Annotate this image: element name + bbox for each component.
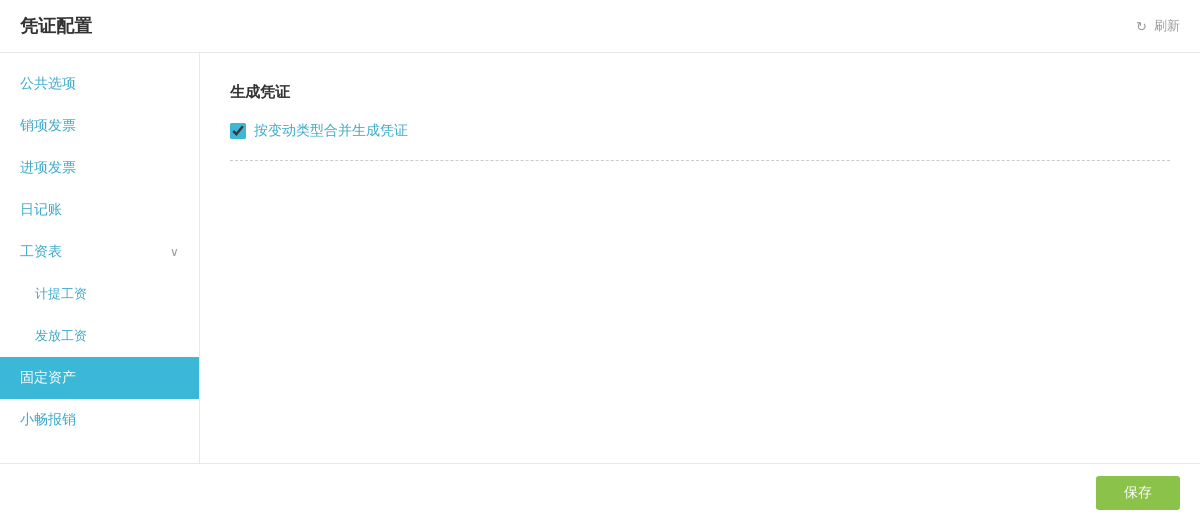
sidebar-item-label: 销项发票 (20, 117, 76, 135)
section-divider (230, 160, 1170, 161)
sidebar-item-label: 工资表 (20, 243, 62, 261)
sidebar-item-journal[interactable]: 日记账 (0, 189, 199, 231)
sidebar-item-expense[interactable]: 小畅报销 (0, 399, 199, 441)
save-button[interactable]: 保存 (1096, 476, 1180, 510)
refresh-icon: ↻ (1136, 19, 1150, 33)
main-content: 生成凭证 按变动类型合并生成凭证 (200, 53, 1200, 463)
sidebar-item-payroll-table[interactable]: 工资表 ∨ (0, 231, 199, 273)
sidebar-item-label: 发放工资 (35, 327, 87, 345)
refresh-label: 刷新 (1154, 17, 1180, 35)
refresh-button[interactable]: ↻ 刷新 (1136, 17, 1180, 35)
sidebar-item-accrual-payroll[interactable]: 计提工资 (0, 273, 199, 315)
sidebar-item-public[interactable]: 公共选项 (0, 63, 199, 105)
sidebar-item-label: 公共选项 (20, 75, 76, 93)
sidebar-item-label: 进项发票 (20, 159, 76, 177)
sidebar-item-pay-payroll[interactable]: 发放工资 (0, 315, 199, 357)
page-footer: 保存 (0, 463, 1200, 522)
sidebar-item-label: 固定资产 (20, 369, 76, 387)
checkbox-row: 按变动类型合并生成凭证 (230, 122, 1170, 140)
merge-checkbox-label[interactable]: 按变动类型合并生成凭证 (254, 122, 408, 140)
sidebar: 公共选项销项发票进项发票日记账工资表 ∨ 计提工资发放工资固定资产小畅报销 (0, 53, 200, 463)
sidebar-item-label: 日记账 (20, 201, 62, 219)
page-wrapper: 凭证配置 ↻ 刷新 公共选项销项发票进项发票日记账工资表 ∨ 计提工资发放工资固定资… (0, 0, 1200, 522)
page-header: 凭证配置 ↻ 刷新 (0, 0, 1200, 53)
sidebar-item-sales-invoice[interactable]: 销项发票 (0, 105, 199, 147)
page-title: 凭证配置 (20, 14, 92, 38)
content-area: 公共选项销项发票进项发票日记账工资表 ∨ 计提工资发放工资固定资产小畅报销 生成凭证… (0, 53, 1200, 463)
merge-checkbox[interactable] (230, 123, 246, 139)
sidebar-item-fixed-assets[interactable]: 固定资产 (0, 357, 199, 399)
sidebar-item-purchase-invoice[interactable]: 进项发票 (0, 147, 199, 189)
section-title: 生成凭证 (230, 83, 1170, 102)
sidebar-item-label: 小畅报销 (20, 411, 76, 429)
sidebar-item-label: 计提工资 (35, 285, 87, 303)
chevron-down-icon: ∨ (170, 245, 179, 259)
